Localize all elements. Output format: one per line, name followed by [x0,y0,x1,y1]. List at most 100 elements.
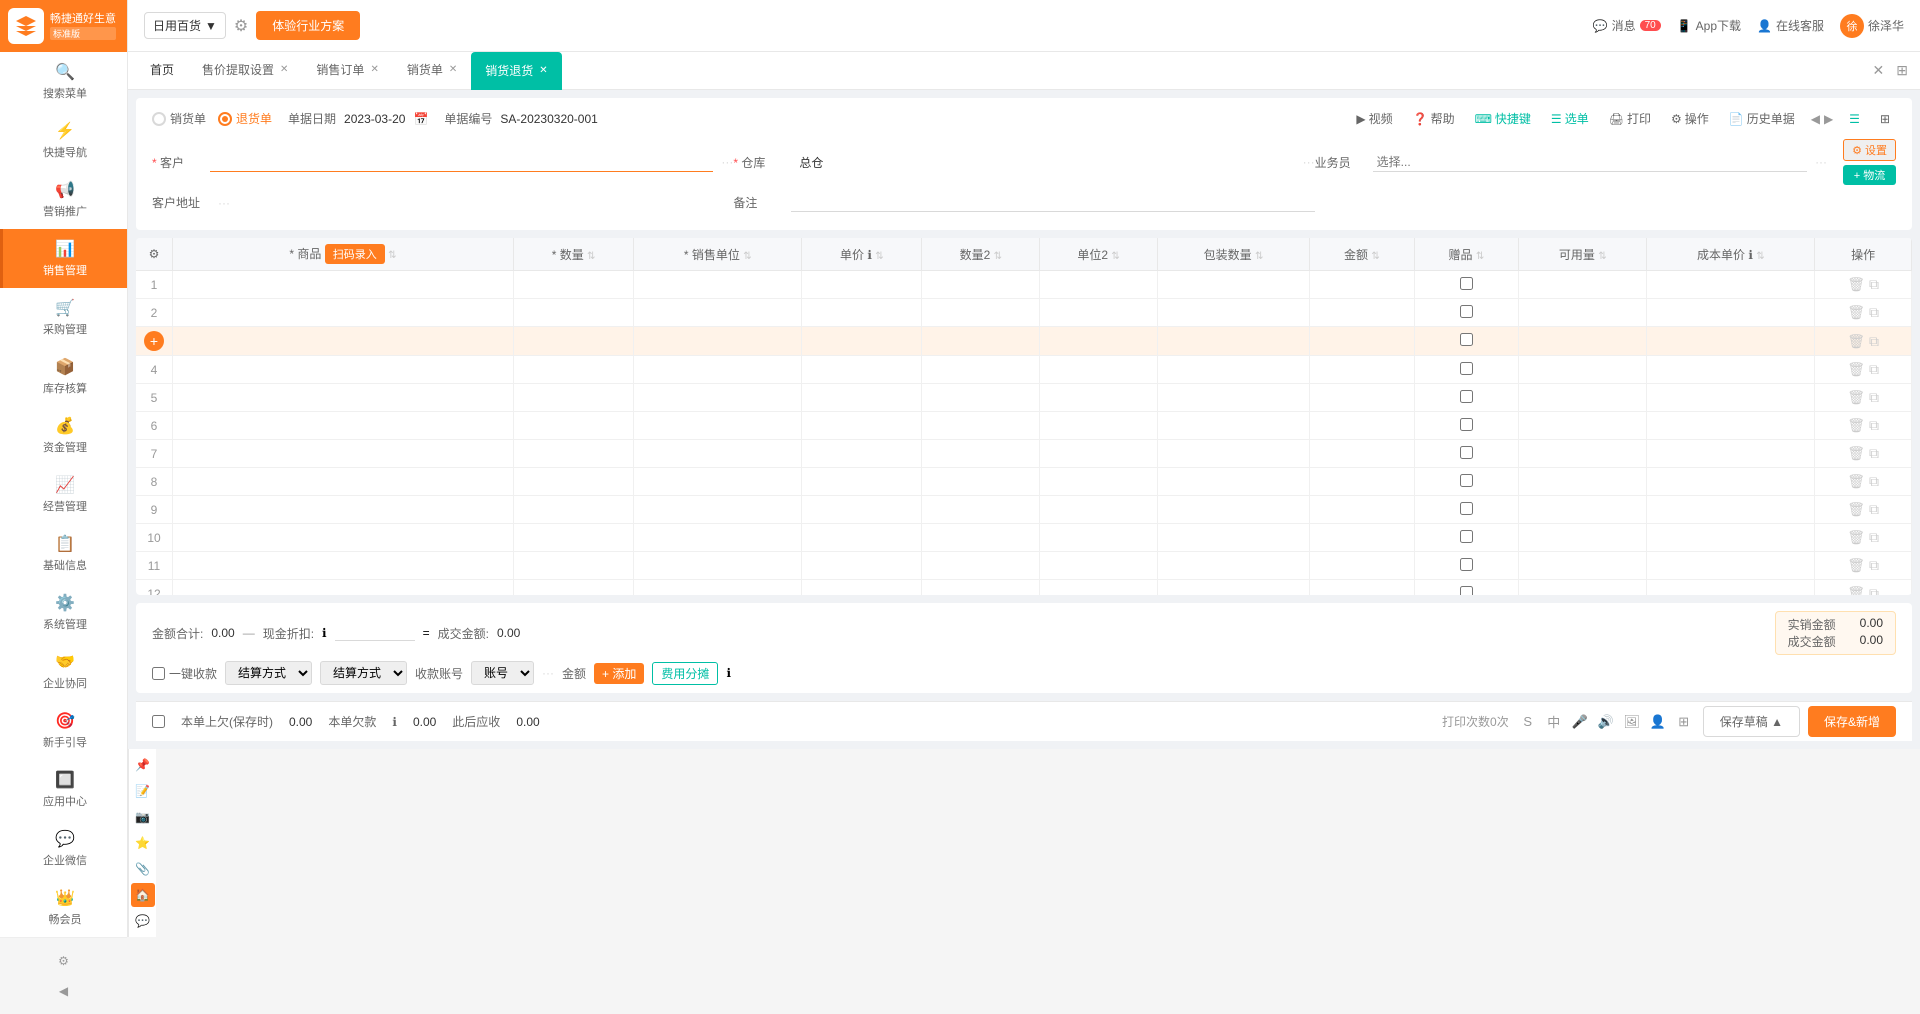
copy-row-btn[interactable]: ⧉ [1869,417,1879,434]
cell-pack-qty[interactable] [1157,496,1309,524]
cell-amount[interactable] [1310,412,1415,440]
tool-mic-icon[interactable]: 🎤 [1569,711,1591,733]
cell-unit[interactable] [634,468,802,496]
cell-available[interactable] [1519,440,1647,468]
one-click-pay-checkbox[interactable]: 一键收款 [152,665,217,682]
cell-amount[interactable] [1310,552,1415,580]
view-grid-btn[interactable]: ⊞ [1874,110,1896,128]
expense-split-btn[interactable]: 费用分摊 [652,662,718,685]
message-btn[interactable]: 💬 消息 70 [1593,17,1661,34]
cell-unit2[interactable] [1040,384,1158,412]
tool-person-icon[interactable]: 👤 [1647,711,1669,733]
tab-sales[interactable]: 销货单 ✕ [393,52,471,90]
cell-price[interactable] [802,356,922,384]
cell-price[interactable] [802,524,922,552]
cell-unit[interactable] [634,440,802,468]
cell-gift[interactable] [1414,524,1519,552]
sort-icon[interactable]: ⇅ [743,251,751,262]
cell-qty2[interactable] [922,440,1040,468]
cell-unit[interactable] [634,524,802,552]
sidebar-item-guide[interactable]: 🎯 新手引导 [0,701,127,760]
copy-row-btn[interactable]: ⧉ [1869,333,1879,350]
copy-row-btn[interactable]: ⧉ [1869,557,1879,574]
settings-btn[interactable]: ⚙ 设置 [1843,139,1896,161]
sort-icon[interactable]: ⇅ [1111,251,1119,262]
footer-checkbox[interactable] [152,715,165,728]
sidebar-item-shortcut[interactable]: ⚡ 快捷导航 [0,111,127,170]
sidebar-item-apps[interactable]: 🔲 应用中心 [0,760,127,819]
history-next-btn[interactable]: ▶ [1822,110,1835,128]
cell-price[interactable] [802,440,922,468]
sidebar-item-finance[interactable]: 💰 资金管理 [0,406,127,465]
cell-unit[interactable] [634,356,802,384]
cell-available[interactable] [1519,552,1647,580]
cell-qty2[interactable] [922,299,1040,327]
cell-price[interactable] [802,271,922,299]
cell-pack-qty[interactable] [1157,412,1309,440]
help-btn[interactable]: ❓ 帮助 [1407,108,1461,129]
delete-row-btn[interactable]: 🗑 [1847,501,1865,518]
save-draft-btn[interactable]: 保存草稿 ▲ [1703,706,1800,737]
cell-qty2[interactable] [922,524,1040,552]
tool-mid-icon[interactable]: 中 [1543,711,1565,733]
delete-row-btn[interactable]: 🗑 [1847,417,1865,434]
copy-row-btn[interactable]: ⧉ [1869,361,1879,378]
cell-qty[interactable] [513,524,633,552]
cell-cost-price[interactable] [1647,496,1815,524]
sort-icon[interactable]: ⇅ [388,250,396,261]
cell-amount[interactable] [1310,580,1415,596]
cell-product[interactable] [173,384,514,412]
delete-row-btn[interactable]: 🗑 [1847,389,1865,406]
pay-checkbox[interactable] [152,667,165,680]
cell-unit2[interactable] [1040,524,1158,552]
user-menu[interactable]: 徐 徐泽华 [1840,14,1904,38]
customer-dots[interactable]: ··· [721,155,733,169]
cell-amount[interactable] [1310,271,1415,299]
cell-product[interactable] [173,524,514,552]
gift-checkbox[interactable] [1460,362,1473,375]
cell-available[interactable] [1519,524,1647,552]
cell-gift[interactable] [1414,496,1519,524]
cell-pack-qty[interactable] [1157,468,1309,496]
cell-product[interactable] [173,271,514,299]
sidebar-collapse-btn[interactable]: ◀ [0,976,127,1006]
select-btn[interactable]: ☰ 选单 [1545,108,1595,129]
save-new-btn[interactable]: 保存&新增 [1808,706,1896,737]
sort-icon[interactable]: ⇅ [875,251,883,262]
delete-row-btn[interactable]: 🗑 [1847,361,1865,378]
sort-icon[interactable]: ⇅ [1476,251,1484,262]
add-row-btn[interactable]: + [144,331,164,351]
cell-gift[interactable] [1414,384,1519,412]
cell-pack-qty[interactable] [1157,271,1309,299]
cell-unit[interactable] [634,552,802,580]
copy-row-btn[interactable]: ⧉ [1869,304,1879,321]
cell-unit2[interactable] [1040,412,1158,440]
topbar-gear-icon[interactable]: ⚙ [234,16,248,36]
tab-home[interactable]: 首页 [136,52,188,90]
cell-qty2[interactable] [922,327,1040,356]
cell-qty[interactable] [513,440,633,468]
cell-gift[interactable] [1414,356,1519,384]
copy-row-btn[interactable]: ⧉ [1869,529,1879,546]
account-select[interactable]: 账号 [471,661,534,685]
cell-available[interactable] [1519,580,1647,596]
remarks-input[interactable] [791,193,1314,212]
cell-cost-price[interactable] [1647,412,1815,440]
cell-price[interactable] [802,299,922,327]
cell-amount[interactable] [1310,468,1415,496]
cell-price[interactable] [802,468,922,496]
cell-gift[interactable] [1414,271,1519,299]
cell-available[interactable] [1519,384,1647,412]
cell-unit2[interactable] [1040,271,1158,299]
th-gear[interactable]: ⚙ [136,238,173,271]
cash-discount-input[interactable] [335,626,415,641]
right-panel-star-btn[interactable]: ⭐ [131,831,155,855]
product-input[interactable] [181,334,505,348]
category-select[interactable]: 日用百货 ▼ [144,12,226,39]
right-panel-img-btn[interactable]: 📷 [131,805,155,829]
cell-price[interactable] [802,496,922,524]
add-payment-btn[interactable]: + 添加 [594,663,644,684]
sort-icon[interactable]: ⇅ [994,251,1002,262]
cell-pack-qty[interactable] [1157,356,1309,384]
cell-pack-qty[interactable] [1157,552,1309,580]
